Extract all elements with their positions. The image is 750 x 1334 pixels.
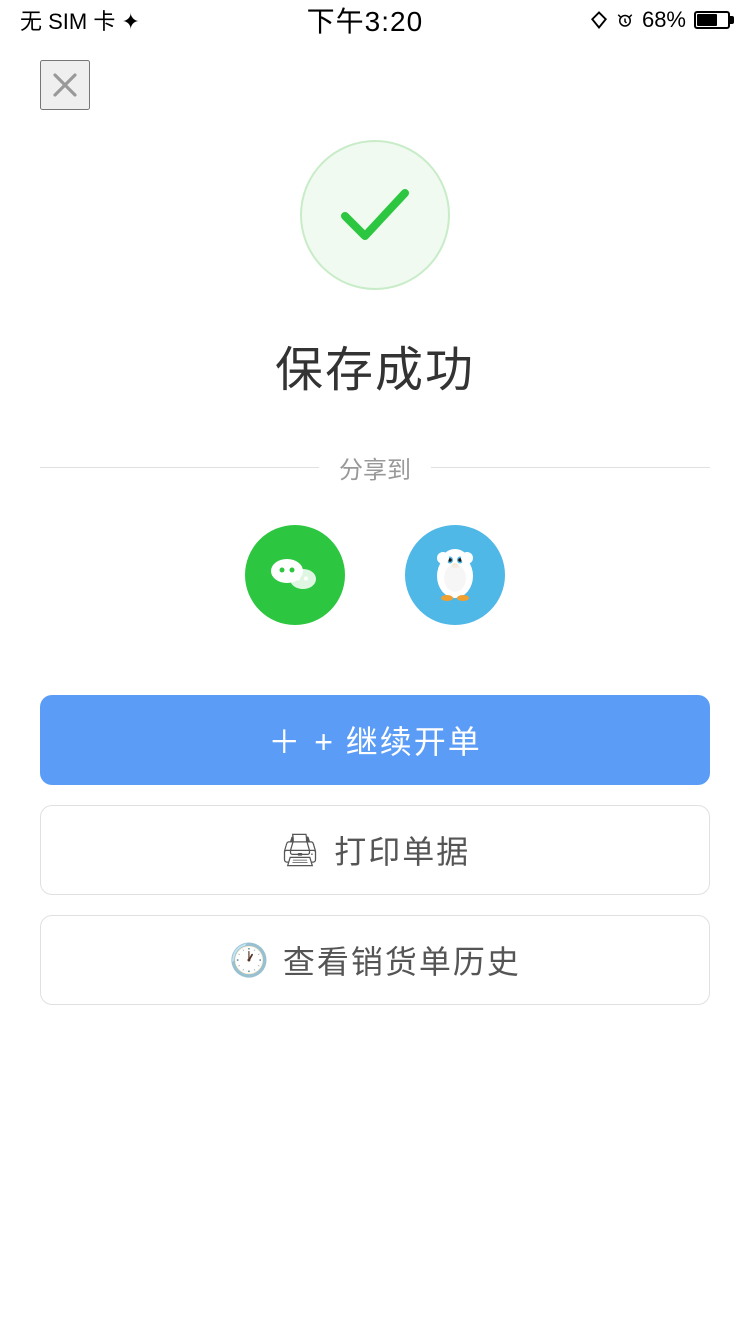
print-button[interactable]: 🖨 打印单据 [40, 805, 710, 895]
wechat-share-button[interactable] [245, 525, 345, 625]
history-icon: 🕐 [229, 941, 271, 979]
history-label: 查看销货单历史 [283, 937, 521, 983]
qq-share-button[interactable] [405, 525, 505, 625]
battery-percent: 68% [642, 7, 686, 33]
continue-icon: ＋ [268, 717, 302, 763]
main-content: 保存成功 分享到 [0, 40, 750, 1334]
sim-status: 无 SIM 卡 ✦ [20, 4, 140, 36]
close-button[interactable] [40, 60, 90, 110]
alarm-icon [616, 11, 634, 29]
share-divider: 分享到 [40, 450, 710, 485]
divider-left [40, 467, 319, 468]
status-bar: 无 SIM 卡 ✦ 下午3:20 68% [0, 0, 750, 40]
action-buttons: ＋ + 继续开单 🖨 打印单据 🕐 查看销货单历史 [40, 695, 710, 1005]
close-icon [50, 70, 80, 100]
share-label: 分享到 [339, 450, 411, 485]
status-right: 68% [590, 7, 730, 33]
wechat-icon [265, 545, 325, 605]
history-button[interactable]: 🕐 查看销货单历史 [40, 915, 710, 1005]
continue-button[interactable]: ＋ + 继续开单 [40, 695, 710, 785]
qq-icon [425, 548, 485, 603]
print-icon: 🖨 [280, 831, 323, 869]
status-time: 下午3:20 [307, 0, 424, 40]
success-title: 保存成功 [275, 330, 475, 400]
print-label: 打印单据 [334, 827, 470, 873]
checkmark-icon [340, 188, 410, 243]
divider-right [431, 467, 710, 468]
status-left: 无 SIM 卡 ✦ [20, 4, 140, 36]
success-circle [300, 140, 450, 290]
location-icon [590, 11, 608, 29]
share-icons [245, 525, 505, 625]
continue-label: + 继续开单 [314, 717, 482, 763]
battery-icon [694, 11, 730, 29]
